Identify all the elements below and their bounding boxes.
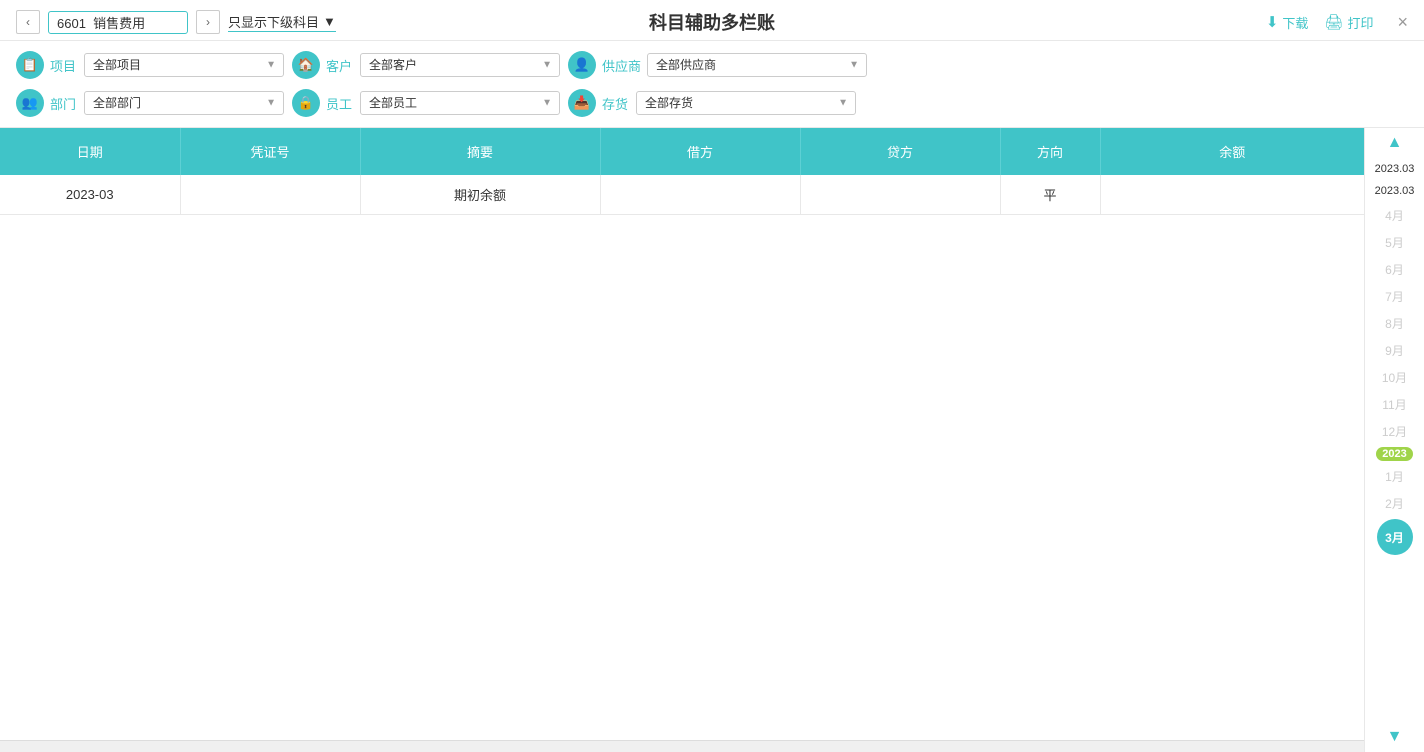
department-select-wrapper: 全部部门 [84, 91, 284, 115]
employee-select[interactable]: 全部员工 [360, 91, 560, 115]
cell-direction: 平 [1000, 175, 1100, 215]
inventory-filter-group: 📥 存货 全部存货 [568, 89, 856, 117]
filter-area: 📋 项目 全部项目 🏠 客户 全部客户 👤 [0, 41, 1424, 128]
timeline-item-2023-03-second[interactable]: 2023.03 [1365, 180, 1424, 202]
col-header-direction: 方向 [1000, 128, 1100, 175]
timeline-item-9[interactable]: 9月 [1365, 337, 1424, 364]
department-icon: 👥 [16, 89, 44, 117]
timeline-sidebar: ▲ 2023.03 2023.03 4月 5月 6月 7月 [1364, 128, 1424, 752]
department-select[interactable]: 全部部门 [84, 91, 284, 115]
project-filter-group: 📋 项目 全部项目 [16, 51, 284, 79]
col-header-balance: 余额 [1100, 128, 1364, 175]
timeline-item-2023-03-first[interactable]: 2023.03 [1365, 158, 1424, 180]
chevron-up-icon: ▲ [1387, 134, 1403, 152]
project-select[interactable]: 全部项目 [84, 53, 284, 77]
supplier-select-wrapper: 全部供应商 [647, 53, 867, 77]
download-icon: ⬇ [1266, 13, 1279, 31]
employee-icon: 🔒 [292, 89, 320, 117]
main-content: 日期 凭证号 摘要 借方 贷方 方向 余额 2023-03 [0, 128, 1424, 752]
print-btn[interactable]: 🖨 打印 [1324, 13, 1373, 32]
timeline-item-7[interactable]: 7月 [1365, 283, 1424, 310]
employee-select-wrapper: 全部员工 [360, 91, 560, 115]
project-select-wrapper: 全部项目 [84, 53, 284, 77]
dropdown-arrow-icon: ▼ [323, 14, 336, 29]
department-filter-group: 👥 部门 全部部门 [16, 89, 284, 117]
timeline-year-2023[interactable]: 2023 [1365, 445, 1424, 463]
download-btn[interactable]: ⬇ 下载 [1266, 13, 1309, 32]
close-btn[interactable]: × [1397, 12, 1408, 33]
cell-voucher [180, 175, 360, 215]
timeline-item-12[interactable]: 12月 [1365, 418, 1424, 445]
inventory-select[interactable]: 全部存货 [636, 91, 856, 115]
horizontal-scrollbar[interactable] [0, 740, 1364, 752]
customer-label: 客户 [326, 56, 354, 75]
next-account-btn[interactable]: › [196, 10, 220, 34]
customer-select[interactable]: 全部客户 [360, 53, 560, 77]
inventory-icon: 📥 [568, 89, 596, 117]
timeline-item-8[interactable]: 8月 [1365, 310, 1424, 337]
supplier-select[interactable]: 全部供应商 [647, 53, 867, 77]
inventory-label: 存货 [602, 94, 630, 113]
timeline-down-btn[interactable]: ▼ [1365, 722, 1424, 752]
col-header-debit: 借方 [600, 128, 800, 175]
timeline-item-5[interactable]: 5月 [1365, 229, 1424, 256]
title-bar: ‹ › 只显示下级科目 ▼ 科目辅助多栏账 ⬇ 下载 🖨 打印 × [0, 0, 1424, 41]
col-header-summary: 摘要 [360, 128, 600, 175]
show-sub-filter[interactable]: 只显示下级科目 ▼ [228, 12, 336, 32]
employee-label: 员工 [326, 94, 354, 113]
timeline-up-btn[interactable]: ▲ [1365, 128, 1424, 158]
employee-filter-group: 🔒 员工 全部员工 [292, 89, 560, 117]
print-icon: 🖨 [1324, 13, 1343, 31]
title-left: ‹ › 只显示下级科目 ▼ [16, 10, 336, 34]
timeline-item-4[interactable]: 4月 [1365, 202, 1424, 229]
table-row[interactable]: 2023-03 期初余额 平 [0, 175, 1364, 215]
page-title: 科目辅助多栏账 [649, 9, 775, 35]
supplier-label: 供应商 [602, 56, 641, 75]
department-label: 部门 [50, 94, 78, 113]
timeline-item-6[interactable]: 6月 [1365, 256, 1424, 283]
table-area: 日期 凭证号 摘要 借方 贷方 方向 余额 2023-03 [0, 128, 1364, 752]
timeline-item-10[interactable]: 10月 [1365, 364, 1424, 391]
timeline-item-1[interactable]: 1月 [1365, 463, 1424, 490]
cell-credit [800, 175, 1000, 215]
customer-filter-group: 🏠 客户 全部客户 [292, 51, 560, 79]
project-label: 项目 [50, 56, 78, 75]
col-header-date: 日期 [0, 128, 180, 175]
timeline-item-11[interactable]: 11月 [1365, 391, 1424, 418]
timeline-item-3-active[interactable]: 3月 [1365, 517, 1424, 557]
account-code-input[interactable] [48, 11, 188, 34]
cell-date: 2023-03 [0, 175, 180, 215]
cell-summary: 期初余额 [360, 175, 600, 215]
customer-select-wrapper: 全部客户 [360, 53, 560, 77]
inventory-select-wrapper: 全部存货 [636, 91, 856, 115]
data-table: 日期 凭证号 摘要 借方 贷方 方向 余额 2023-03 [0, 128, 1364, 215]
prev-account-btn[interactable]: ‹ [16, 10, 40, 34]
supplier-icon: 👤 [568, 51, 596, 79]
project-icon: 📋 [16, 51, 44, 79]
main-window: ‹ › 只显示下级科目 ▼ 科目辅助多栏账 ⬇ 下载 🖨 打印 × [0, 0, 1424, 752]
chevron-down-icon: ▼ [1387, 728, 1403, 746]
table-header-row: 日期 凭证号 摘要 借方 贷方 方向 余额 [0, 128, 1364, 175]
col-header-voucher: 凭证号 [180, 128, 360, 175]
cell-balance [1100, 175, 1364, 215]
customer-icon: 🏠 [292, 51, 320, 79]
col-header-credit: 贷方 [800, 128, 1000, 175]
supplier-filter-group: 👤 供应商 全部供应商 [568, 51, 867, 79]
title-right: ⬇ 下载 🖨 打印 × [1266, 12, 1408, 33]
timeline-item-2[interactable]: 2月 [1365, 490, 1424, 517]
cell-debit [600, 175, 800, 215]
